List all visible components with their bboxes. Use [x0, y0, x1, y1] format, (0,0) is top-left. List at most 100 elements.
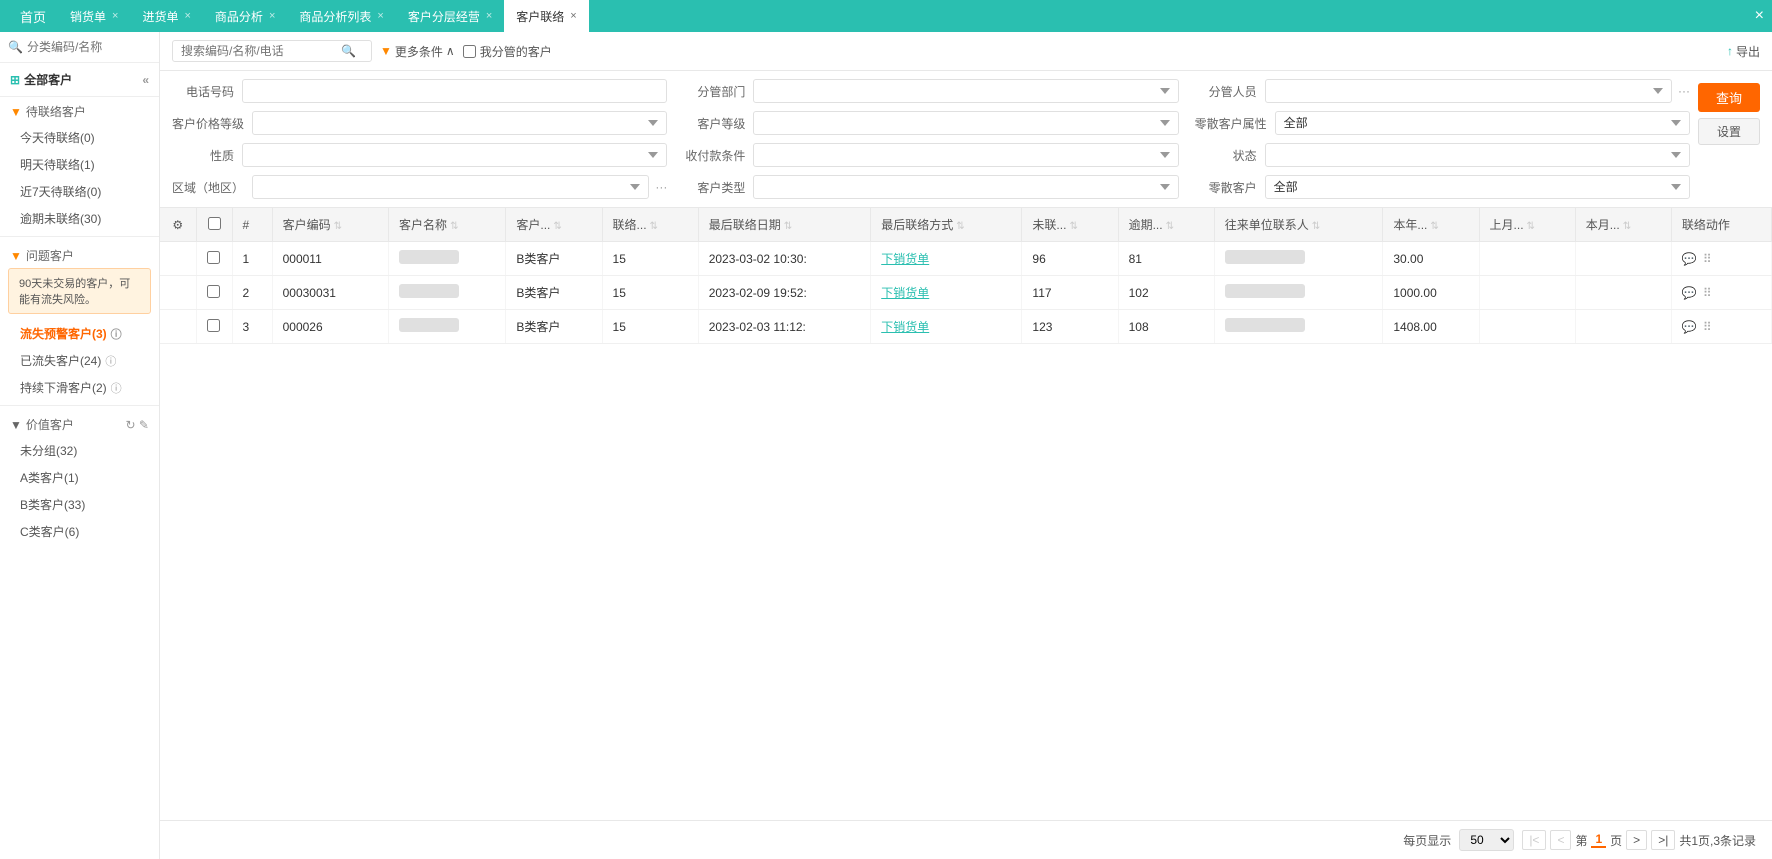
- nav-tab-purchaseorder[interactable]: 进货单 ×: [130, 0, 202, 32]
- sidebar-item-overdue[interactable]: 逾期未联络(30): [0, 205, 159, 232]
- sort-lastmethod-icon: ⇅: [956, 221, 964, 232]
- action-chat-icon[interactable]: 💬: [1682, 252, 1697, 266]
- th-thisyear[interactable]: 本年...⇅: [1383, 208, 1479, 242]
- sidebar-item-c-class[interactable]: C类客户(6): [0, 518, 159, 545]
- th-action: 联络动作: [1671, 208, 1771, 242]
- filter-status-select[interactable]: [1265, 143, 1690, 167]
- last-method-link[interactable]: 下销货单: [881, 320, 929, 334]
- row-checkbox-1[interactable]: [207, 285, 220, 298]
- close-purchaseorder-icon[interactable]: ×: [184, 10, 190, 22]
- sidebar-item-tomorrow[interactable]: 明天待联络(1): [0, 151, 159, 178]
- filter-person-select[interactable]: [1265, 79, 1672, 103]
- sidebar-tooltip: 90天未交易的客户，可能有流失风险。: [8, 268, 151, 314]
- settings-button[interactable]: 设置: [1698, 118, 1760, 145]
- close-all-button[interactable]: ×: [1755, 7, 1764, 25]
- action-chat-icon[interactable]: 💬: [1682, 320, 1697, 334]
- action-chat-icon[interactable]: 💬: [1682, 286, 1697, 300]
- filter-row-4: 区域（地区） ··· 客户类型 零散客户 全部: [172, 175, 1690, 199]
- action-more-icon[interactable]: ⠿: [1703, 286, 1712, 300]
- nav-tab-analysis[interactable]: 商品分析 ×: [203, 0, 287, 32]
- td-index: 3: [232, 310, 272, 344]
- td-overdue: 81: [1118, 242, 1214, 276]
- sidebar-item-churn-warning[interactable]: 流失预警客户(3) ⓘ: [0, 320, 159, 347]
- sidebar-item-7days[interactable]: 近7天待联络(0): [0, 178, 159, 205]
- filter-type-select[interactable]: [753, 175, 1178, 199]
- td-action: 💬 ⠿: [1671, 310, 1771, 344]
- th-name[interactable]: 客户名称⇅: [389, 208, 506, 242]
- row-checkbox-2[interactable]: [207, 319, 220, 332]
- sidebar-item-a-class[interactable]: A类客户(1): [0, 464, 159, 491]
- prev-page-button[interactable]: <: [1550, 830, 1571, 850]
- sidebar-item-today[interactable]: 今天待联络(0): [0, 124, 159, 151]
- sort-overdue-icon: ⇅: [1166, 221, 1174, 232]
- filter-level-select[interactable]: [753, 111, 1178, 135]
- th-uncontacted[interactable]: 未联...⇅: [1022, 208, 1118, 242]
- nav-home[interactable]: 首页: [8, 7, 58, 26]
- search-button[interactable]: 🔍: [341, 44, 356, 58]
- nav-tab-customerlayer[interactable]: 客户分层经营 ×: [396, 0, 504, 32]
- last-method-link[interactable]: 下销货单: [881, 252, 929, 266]
- last-method-link[interactable]: 下销货单: [881, 286, 929, 300]
- th-lastmonth[interactable]: 上月...⇅: [1479, 208, 1575, 242]
- export-button[interactable]: ↑ 导出: [1727, 43, 1760, 60]
- filter-person-dots[interactable]: ···: [1678, 84, 1690, 98]
- sidebar-all-customers[interactable]: ⊞ 全部客户 «: [0, 63, 159, 97]
- th-lastmethod[interactable]: 最后联络方式⇅: [871, 208, 1022, 242]
- filter-pricelevel-select[interactable]: [252, 111, 667, 135]
- sidebar-item-ungroup[interactable]: 未分组(32): [0, 437, 159, 464]
- filter-region-dots[interactable]: ···: [655, 180, 667, 194]
- close-customercontact-icon[interactable]: ×: [570, 10, 576, 22]
- filter-retail-select[interactable]: 全部: [1265, 175, 1690, 199]
- filter-nature-select[interactable]: [242, 143, 667, 167]
- filter-payment-select[interactable]: [753, 143, 1178, 167]
- sidebar-section-value[interactable]: ▼ 价值客户 ↻ ✎: [0, 410, 159, 437]
- close-salesorder-icon[interactable]: ×: [112, 10, 118, 22]
- more-filters-button[interactable]: ▼ 更多条件 ∧: [380, 43, 455, 60]
- action-more-icon[interactable]: ⠿: [1703, 252, 1712, 266]
- filter-person-label: 分管人员: [1195, 83, 1265, 100]
- last-page-button[interactable]: >|: [1651, 830, 1675, 850]
- sidebar-section-pending[interactable]: ▼ 待联络客户: [0, 97, 159, 124]
- my-customers-checkbox[interactable]: [463, 45, 476, 58]
- first-page-button[interactable]: |<: [1522, 830, 1546, 850]
- td-action: 💬 ⠿: [1671, 276, 1771, 310]
- close-analysis-icon[interactable]: ×: [269, 10, 275, 22]
- filter-dept-select[interactable]: [753, 79, 1178, 103]
- sidebar-section-risk[interactable]: ▼ 问题客户: [0, 241, 159, 268]
- sort-name-icon: ⇅: [450, 221, 458, 232]
- sidebar-item-churned[interactable]: 已流失客户(24) ⓘ: [0, 347, 159, 374]
- query-button[interactable]: 查询: [1698, 83, 1760, 112]
- td-overdue: 108: [1118, 310, 1214, 344]
- current-page: 1: [1591, 832, 1606, 848]
- th-lastdate[interactable]: 最后联络日期⇅: [698, 208, 871, 242]
- nav-tab-customercontact[interactable]: 客户联络 ×: [504, 0, 588, 32]
- close-analysislist-icon[interactable]: ×: [377, 10, 383, 22]
- close-customerlayer-icon[interactable]: ×: [486, 10, 492, 22]
- th-code[interactable]: 客户编码⇅: [272, 208, 388, 242]
- th-contactperson[interactable]: 往来单位联系人⇅: [1214, 208, 1383, 242]
- sidebar-search-input[interactable]: [27, 40, 151, 54]
- next-page-button[interactable]: >: [1626, 830, 1647, 850]
- action-more-icon[interactable]: ⠿: [1703, 320, 1712, 334]
- per-page-select[interactable]: 50 100 200: [1459, 829, 1514, 851]
- select-all-checkbox[interactable]: [208, 217, 221, 230]
- sidebar-item-b-class[interactable]: B类客户(33): [0, 491, 159, 518]
- filter-phone-input[interactable]: [242, 79, 667, 103]
- filter-retail-attr-select[interactable]: 全部: [1275, 111, 1690, 135]
- filter-retail-attr: 零散客户属性 全部: [1195, 111, 1690, 135]
- th-contact[interactable]: 联络...⇅: [602, 208, 698, 242]
- td-lastdate: 2023-02-03 11:12:: [698, 310, 871, 344]
- sidebar-search-icon: 🔍: [8, 40, 23, 54]
- search-input[interactable]: [181, 44, 341, 58]
- info-icon-churn: ⓘ: [111, 326, 122, 342]
- sidebar-item-declining[interactable]: 持续下滑客户(2) ⓘ: [0, 374, 159, 401]
- row-checkbox-0[interactable]: [207, 251, 220, 264]
- nav-tab-analysislist[interactable]: 商品分析列表 ×: [287, 0, 395, 32]
- td-code: 000026: [272, 310, 388, 344]
- th-thismonth[interactable]: 本月...⇅: [1575, 208, 1671, 242]
- nav-tab-salesorder[interactable]: 销货单 ×: [58, 0, 130, 32]
- filter-region-select[interactable]: [252, 175, 649, 199]
- th-overdue[interactable]: 逾期...⇅: [1118, 208, 1214, 242]
- th-type[interactable]: 客户...⇅: [506, 208, 602, 242]
- th-settings[interactable]: ⚙: [160, 208, 196, 242]
